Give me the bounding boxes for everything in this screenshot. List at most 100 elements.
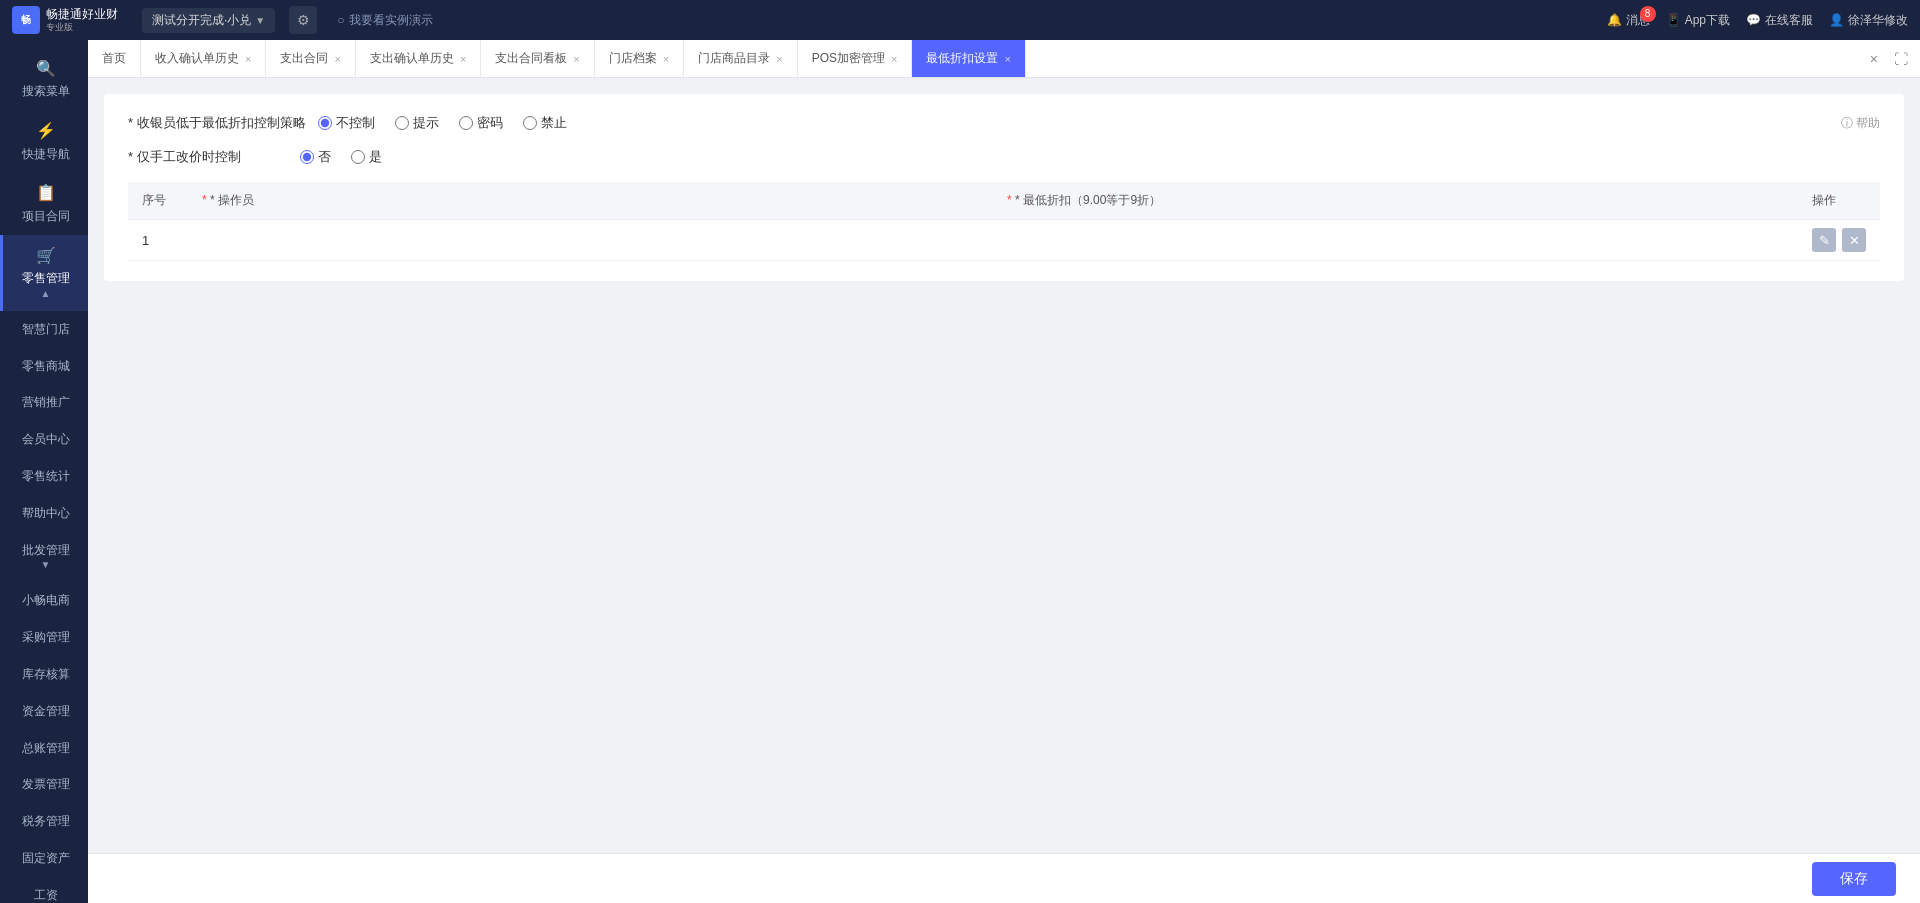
app-download-button[interactable]: 📱 App下载 <box>1666 12 1730 29</box>
sidebar-item-project[interactable]: 📋 项目合同 <box>0 172 88 234</box>
logo-text: 畅捷通好业财 专业版 <box>46 7 118 32</box>
tab-close-payment-contract[interactable]: × <box>334 53 340 65</box>
manual-radio-group: 否 是 <box>300 148 382 166</box>
sidebar-item-salary[interactable]: 工资 <box>0 877 88 903</box>
policy-radio-group: 不控制 提示 密码 禁止 <box>318 114 567 132</box>
policy-option-no-control[interactable]: 不控制 <box>318 114 375 132</box>
policy-radio-password[interactable] <box>459 116 473 130</box>
user-profile-button[interactable]: 👤 徐泽华修改 <box>1829 12 1908 29</box>
project-icon: 📋 <box>36 182 56 204</box>
tab-payment-contract-board[interactable]: 支出合同看板 × <box>481 40 594 78</box>
sidebar-item-retail[interactable]: 🛒 零售管理 ▲ <box>0 235 88 311</box>
help-icon: ⓘ <box>1841 115 1853 132</box>
policy-option-remind[interactable]: 提示 <box>395 114 439 132</box>
env-selector[interactable]: 测试分开完成·小兑 ▼ <box>142 8 275 33</box>
tab-maximize-button[interactable]: ⛶ <box>1890 47 1912 71</box>
sidebar-item-capital[interactable]: 资金管理 <box>0 693 88 730</box>
retail-arrow-icon: ▲ <box>41 287 51 301</box>
online-service-button[interactable]: 💬 在线客服 <box>1746 12 1813 29</box>
tab-income-history[interactable]: 收入确认单历史 × <box>141 40 266 78</box>
tab-close-payment-contract-board[interactable]: × <box>573 53 579 65</box>
policy-option-password[interactable]: 密码 <box>459 114 503 132</box>
table-row: 1 ✎ ✕ <box>128 220 1880 261</box>
message-icon: 🔔 <box>1607 13 1622 27</box>
logo-icon: 畅 <box>12 6 40 34</box>
settings-form-card: * 收银员低于最低折扣控制策略 不控制 提示 密码 <box>104 94 1904 281</box>
tab-min-discount[interactable]: 最低折扣设置 × <box>912 40 1025 78</box>
manual-row: * 仅手工改价时控制 否 是 <box>128 148 1880 166</box>
tab-payment-contract[interactable]: 支出合同 × <box>266 40 355 78</box>
policy-option-forbid[interactable]: 禁止 <box>523 114 567 132</box>
tab-close-all-button[interactable]: × <box>1866 47 1882 71</box>
page-content: * 收银员低于最低折扣控制策略 不控制 提示 密码 <box>88 78 1920 853</box>
sidebar-item-tax[interactable]: 税务管理 <box>0 803 88 840</box>
sidebar-item-shortcut[interactable]: ⚡ 快捷导航 <box>0 110 88 172</box>
sidebar-item-smart-store[interactable]: 智慧门店 <box>0 311 88 348</box>
col-header-action: 操作 <box>1798 182 1880 220</box>
tab-close-payment-confirm-history[interactable]: × <box>460 53 466 65</box>
help-link[interactable]: ⓘ 帮助 <box>1841 115 1880 132</box>
policy-radio-remind[interactable] <box>395 116 409 130</box>
table-header-row: 序号 * * 操作员 * * 最低折扣（9.00等于9折） 操作 <box>128 182 1880 220</box>
policy-radio-no-control[interactable] <box>318 116 332 130</box>
wholesale-arrow-icon: ▼ <box>41 558 51 572</box>
policy-row: * 收银员低于最低折扣控制策略 不控制 提示 密码 <box>128 114 1880 132</box>
demo-link[interactable]: ○ 我要看实例演示 <box>337 12 432 29</box>
header-left: 畅 畅捷通好业财 专业版 测试分开完成·小兑 ▼ ⚙ ○ 我要看实例演示 <box>12 6 433 34</box>
user-icon: 👤 <box>1829 13 1844 27</box>
manual-radio-no[interactable] <box>300 150 314 164</box>
page-footer: 保存 <box>88 853 1920 903</box>
save-button[interactable]: 保存 <box>1812 862 1896 896</box>
sidebar-item-retail-mall[interactable]: 零售商城 <box>0 348 88 385</box>
logo-area: 畅 畅捷通好业财 专业版 <box>12 6 118 34</box>
cell-discount <box>993 220 1798 261</box>
col-header-discount: * * 最低折扣（9.00等于9折） <box>993 182 1798 220</box>
sidebar-item-assets[interactable]: 固定资产 <box>0 840 88 877</box>
sidebar-item-retail-stats[interactable]: 零售统计 <box>0 458 88 495</box>
sidebar-item-invoice[interactable]: 发票管理 <box>0 766 88 803</box>
tab-close-income-history[interactable]: × <box>245 53 251 65</box>
service-icon: 💬 <box>1746 13 1761 27</box>
sidebar-item-member[interactable]: 会员中心 <box>0 421 88 458</box>
sidebar-item-ledger[interactable]: 总账管理 <box>0 730 88 767</box>
table-container: 序号 * * 操作员 * * 最低折扣（9.00等于9折） 操作 <box>128 182 1880 261</box>
tab-bar: 首页 收入确认单历史 × 支出合同 × 支出确认单历史 × 支出合同看板 × 门… <box>88 40 1920 78</box>
tab-pos-password[interactable]: POS加密管理 × <box>798 40 913 78</box>
tab-store-goods[interactable]: 门店商品目录 × <box>684 40 797 78</box>
col-header-operator: * * 操作员 <box>188 182 993 220</box>
message-badge: 8 <box>1640 6 1656 22</box>
col-header-seq: 序号 <box>128 182 188 220</box>
sidebar-item-wholesale[interactable]: 批发管理 ▼ <box>0 532 88 583</box>
env-arrow-icon: ▼ <box>255 15 265 26</box>
edit-row-button[interactable]: ✎ <box>1812 228 1836 252</box>
cell-seq: 1 <box>128 220 188 261</box>
settings-button[interactable]: ⚙ <box>289 6 317 34</box>
sidebar-item-ecommerce[interactable]: 小畅电商 <box>0 582 88 619</box>
sidebar-item-inventory[interactable]: 库存核算 <box>0 656 88 693</box>
sidebar-item-search[interactable]: 🔍 搜索菜单 <box>0 48 88 110</box>
manual-radio-yes[interactable] <box>351 150 365 164</box>
header-right: 🔔 消息 8 📱 App下载 💬 在线客服 👤 徐泽华修改 <box>1607 12 1908 29</box>
top-header: 畅 畅捷通好业财 专业版 测试分开完成·小兑 ▼ ⚙ ○ 我要看实例演示 🔔 消… <box>0 0 1920 40</box>
discount-table: 序号 * * 操作员 * * 最低折扣（9.00等于9折） 操作 <box>128 182 1880 261</box>
manual-label: * 仅手工改价时控制 <box>128 148 288 166</box>
sidebar-item-help[interactable]: 帮助中心 <box>0 495 88 532</box>
tab-close-min-discount[interactable]: × <box>1004 53 1010 65</box>
sidebar-item-marketing[interactable]: 营销推广 <box>0 384 88 421</box>
manual-option-yes[interactable]: 是 <box>351 148 382 166</box>
message-button[interactable]: 🔔 消息 8 <box>1607 12 1650 29</box>
tab-close-pos-password[interactable]: × <box>891 53 897 65</box>
lightning-icon: ⚡ <box>36 120 56 142</box>
policy-radio-forbid[interactable] <box>523 116 537 130</box>
content-area: 首页 收入确认单历史 × 支出合同 × 支出确认单历史 × 支出合同看板 × 门… <box>88 40 1920 903</box>
tab-payment-confirm-history[interactable]: 支出确认单历史 × <box>356 40 481 78</box>
row-action-btns: ✎ ✕ <box>1812 228 1866 252</box>
tab-close-store-goods[interactable]: × <box>776 53 782 65</box>
policy-label: * 收银员低于最低折扣控制策略 <box>128 114 306 132</box>
sidebar-item-purchase[interactable]: 采购管理 <box>0 619 88 656</box>
tab-close-store-file[interactable]: × <box>663 53 669 65</box>
tab-store-file[interactable]: 门店档案 × <box>595 40 684 78</box>
manual-option-no[interactable]: 否 <box>300 148 331 166</box>
delete-row-button[interactable]: ✕ <box>1842 228 1866 252</box>
tab-home[interactable]: 首页 <box>88 40 141 78</box>
